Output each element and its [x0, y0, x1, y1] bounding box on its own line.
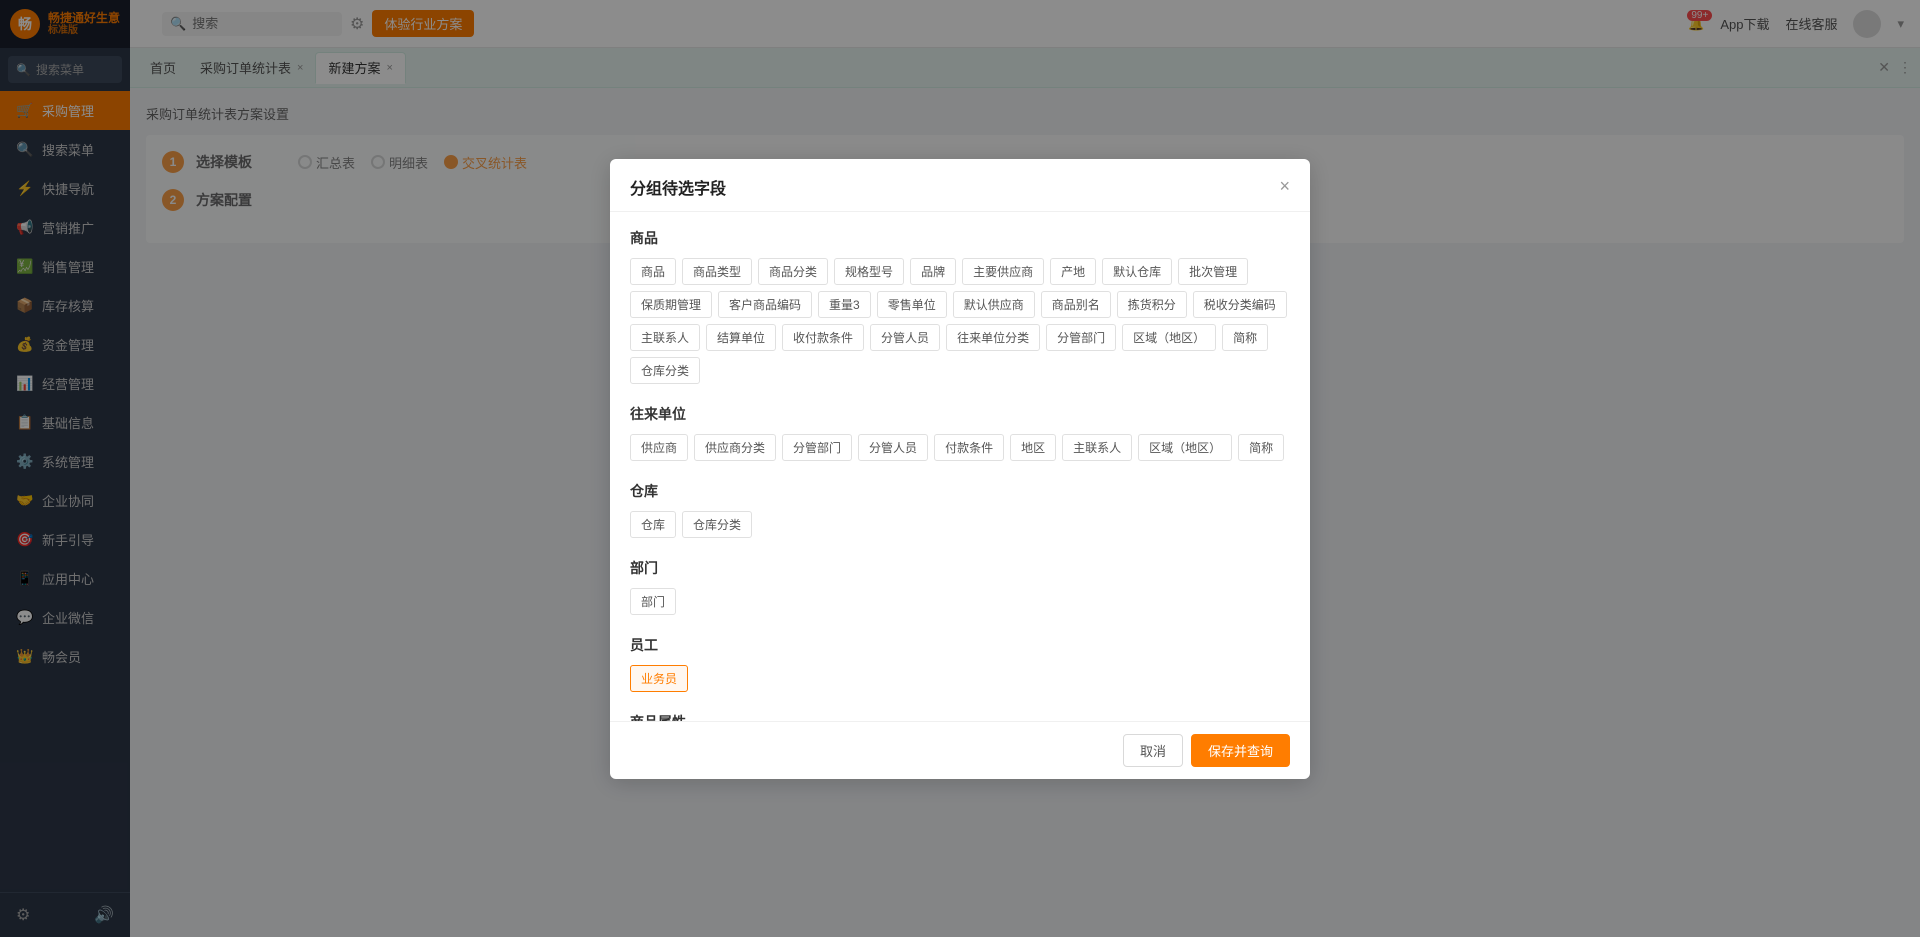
section-department-title: 部门 [630, 558, 1290, 578]
tag-payment-condition[interactable]: 付款条件 [934, 434, 1004, 461]
section-counterpart: 往来单位 供应商 供应商分类 分管部门 分管人员 付款条件 地区 主联系人 区域… [630, 404, 1290, 461]
tag-customer-code[interactable]: 客户商品编码 [718, 291, 812, 318]
section-counterpart-title: 往来单位 [630, 404, 1290, 424]
tag-batch-mgmt[interactable]: 批次管理 [1178, 258, 1248, 285]
section-employee: 员工 业务员 [630, 635, 1290, 692]
modal-header: 分组待选字段 × [610, 159, 1310, 212]
modal-footer: 取消 保存并查询 [610, 721, 1310, 779]
tag-origin[interactable]: 产地 [1050, 258, 1096, 285]
section-employee-title: 员工 [630, 635, 1290, 655]
section-goods-attr: 商品属性 属性 颜色 多规格 尺码 鞋码 1 [630, 712, 1290, 721]
tag-default-supplier[interactable]: 默认供应商 [953, 291, 1035, 318]
section-department-tags: 部门 [630, 588, 1290, 615]
tag-pick-points[interactable]: 拣货积分 [1117, 291, 1187, 318]
cancel-button[interactable]: 取消 [1123, 734, 1183, 767]
tag-payment-terms[interactable]: 收付款条件 [782, 324, 864, 351]
modal-overlay: 分组待选字段 × 商品 商品 商品类型 商品分类 规格型号 品牌 主要供应商 产… [0, 0, 1920, 937]
tag-main-supplier[interactable]: 主要供应商 [962, 258, 1044, 285]
tag-main-contact[interactable]: 主联系人 [630, 324, 700, 351]
tag-counterpart-category[interactable]: 往来单位分类 [946, 324, 1040, 351]
modal-close-btn[interactable]: × [1279, 176, 1290, 197]
tag-main-contact-2[interactable]: 主联系人 [1062, 434, 1132, 461]
tag-expiry-mgmt[interactable]: 保质期管理 [630, 291, 712, 318]
tag-tax-code[interactable]: 税收分类编码 [1193, 291, 1287, 318]
tag-manager-staff[interactable]: 分管人员 [870, 324, 940, 351]
tag-salesman[interactable]: 业务员 [630, 665, 688, 692]
tag-retail-unit[interactable]: 零售单位 [877, 291, 947, 318]
tag-short-name[interactable]: 简称 [1222, 324, 1268, 351]
section-employee-tags: 业务员 [630, 665, 1290, 692]
section-goods: 商品 商品 商品类型 商品分类 规格型号 品牌 主要供应商 产地 默认仓库 批次… [630, 228, 1290, 384]
modal: 分组待选字段 × 商品 商品 商品类型 商品分类 规格型号 品牌 主要供应商 产… [610, 159, 1310, 779]
tag-managed-staff[interactable]: 分管人员 [858, 434, 928, 461]
tag-supplier-category[interactable]: 供应商分类 [694, 434, 776, 461]
tag-region-2[interactable]: 区域（地区） [1138, 434, 1232, 461]
confirm-button[interactable]: 保存并查询 [1191, 734, 1290, 767]
modal-title: 分组待选字段 [630, 175, 726, 199]
tag-warehouse-category[interactable]: 仓库分类 [630, 357, 700, 384]
tag-goods-category[interactable]: 商品分类 [758, 258, 828, 285]
tag-dept-mgmt[interactable]: 分管部门 [1046, 324, 1116, 351]
tag-department[interactable]: 部门 [630, 588, 676, 615]
section-counterpart-tags: 供应商 供应商分类 分管部门 分管人员 付款条件 地区 主联系人 区域（地区） … [630, 434, 1290, 461]
tag-brand[interactable]: 品牌 [910, 258, 956, 285]
section-warehouse-title: 仓库 [630, 481, 1290, 501]
modal-body: 商品 商品 商品类型 商品分类 规格型号 品牌 主要供应商 产地 默认仓库 批次… [610, 212, 1310, 721]
tag-region[interactable]: 区域（地区） [1122, 324, 1216, 351]
tag-warehouse-category-2[interactable]: 仓库分类 [682, 511, 752, 538]
tag-weight3[interactable]: 重量3 [818, 291, 871, 318]
section-goods-tags: 商品 商品类型 商品分类 规格型号 品牌 主要供应商 产地 默认仓库 批次管理 … [630, 258, 1290, 384]
tag-area[interactable]: 地区 [1010, 434, 1056, 461]
tag-spec-model[interactable]: 规格型号 [834, 258, 904, 285]
tag-warehouse[interactable]: 仓库 [630, 511, 676, 538]
tag-short-name-2[interactable]: 简称 [1238, 434, 1284, 461]
section-warehouse: 仓库 仓库 仓库分类 [630, 481, 1290, 538]
tag-goods-type[interactable]: 商品类型 [682, 258, 752, 285]
tag-goods-alias[interactable]: 商品别名 [1041, 291, 1111, 318]
section-warehouse-tags: 仓库 仓库分类 [630, 511, 1290, 538]
tag-supplier[interactable]: 供应商 [630, 434, 688, 461]
tag-settlement-unit[interactable]: 结算单位 [706, 324, 776, 351]
tag-dept-managed[interactable]: 分管部门 [782, 434, 852, 461]
tag-goods[interactable]: 商品 [630, 258, 676, 285]
section-goods-attr-title: 商品属性 [630, 712, 1290, 721]
section-goods-title: 商品 [630, 228, 1290, 248]
tag-default-warehouse[interactable]: 默认仓库 [1102, 258, 1172, 285]
section-department: 部门 部门 [630, 558, 1290, 615]
